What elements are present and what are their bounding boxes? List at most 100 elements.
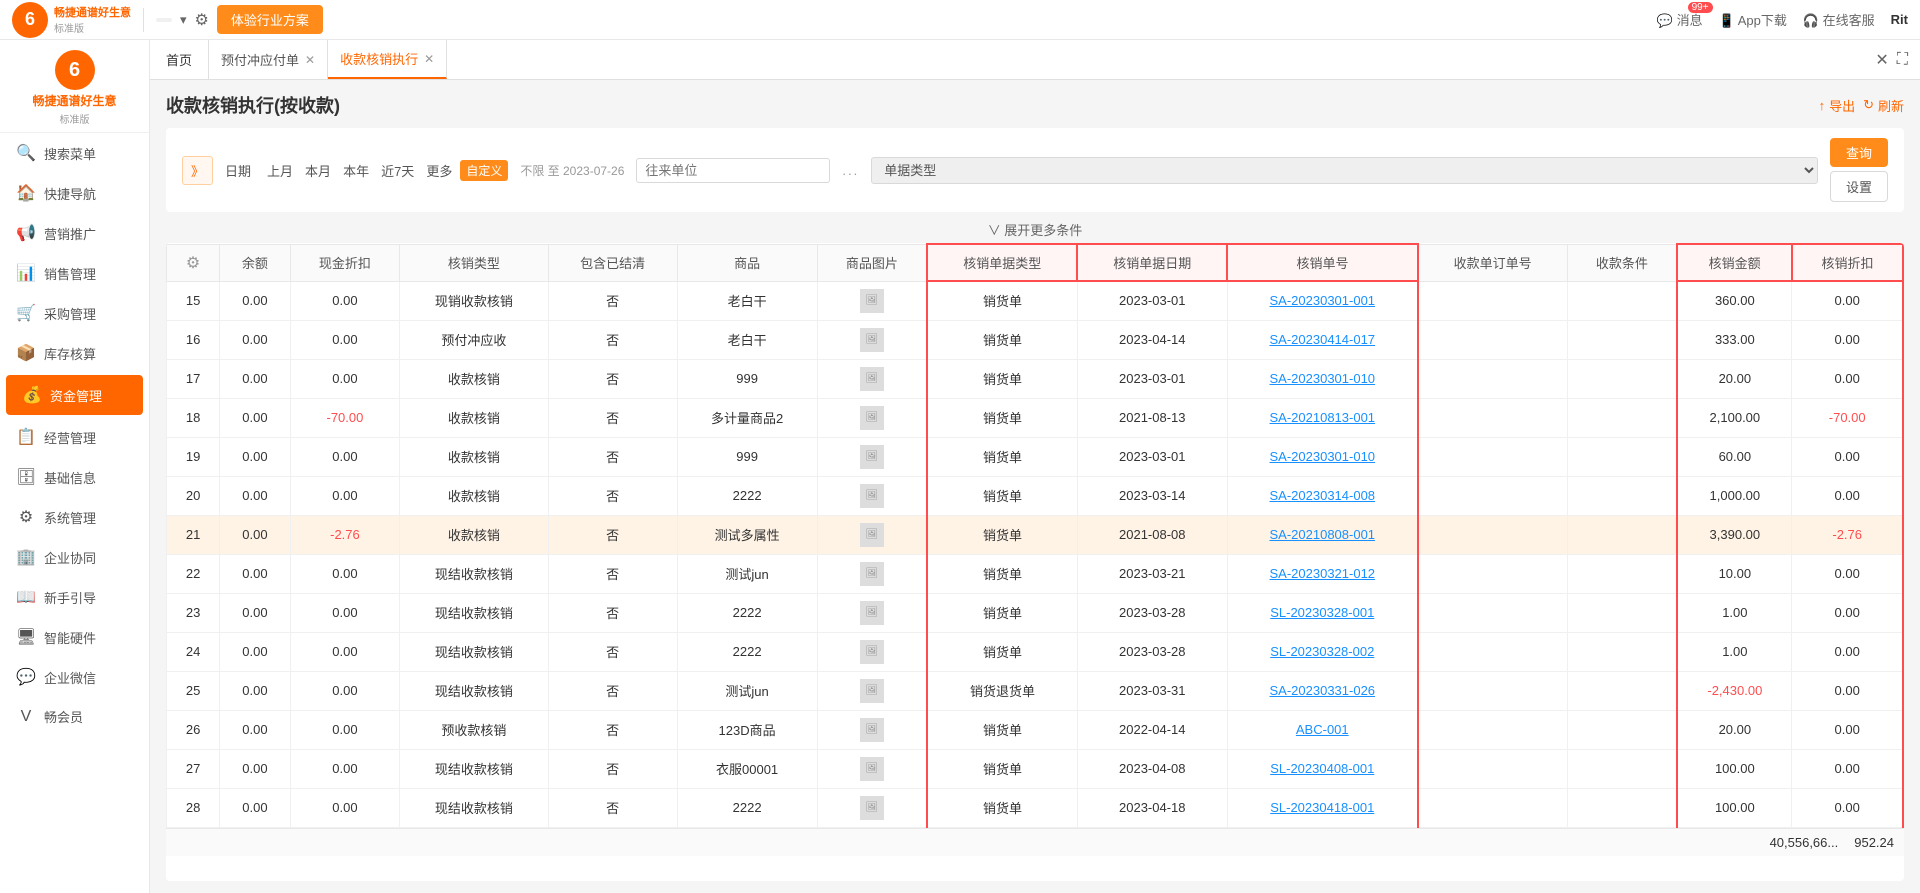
cell-cancel-doc-no[interactable]: SA-20230331-026 [1227, 671, 1418, 710]
cell-balance: 0.00 [220, 788, 291, 827]
filter-expand-btn[interactable]: 》 [182, 156, 213, 185]
page-title-row: 收款核销执行(按收款) ↑ 导出 ↻ 刷新 [166, 92, 1904, 118]
date-btn-more[interactable]: 更多 [422, 159, 456, 182]
sidebar-item-marketing[interactable]: 📢 营销推广 [0, 213, 149, 253]
table-row[interactable]: 20 0.00 0.00 收款核销 否 2222 🖼 销货单 2023-03-1… [167, 476, 1904, 515]
cell-cancel-doc-no[interactable]: SA-20230314-008 [1227, 476, 1418, 515]
tab-home[interactable]: 首页 [150, 40, 209, 79]
table-row[interactable]: 19 0.00 0.00 收款核销 否 999 🖼 销货单 2023-03-01… [167, 437, 1904, 476]
cell-cancel-doc-no[interactable]: SA-20230414-017 [1227, 320, 1418, 359]
sidebar-item-wechat[interactable]: 💬 企业微信 [0, 657, 149, 697]
partner-input[interactable] [636, 158, 830, 183]
date-custom-btn[interactable]: 自定义 [460, 160, 508, 181]
wechat-icon: 💬 [16, 667, 36, 687]
table-row[interactable]: 17 0.00 0.00 收款核销 否 999 🖼 销货单 2023-03-01… [167, 359, 1904, 398]
th-product-img: 商品图片 [817, 244, 927, 281]
tab-collect-close[interactable]: ✕ [424, 52, 434, 66]
sidebar-item-corp[interactable]: 🏢 企业协同 [0, 537, 149, 577]
table-row[interactable]: 15 0.00 0.00 现销收款核销 否 老白干 🖼 销货单 2023-03-… [167, 281, 1904, 320]
th-settings[interactable]: ⚙ [167, 244, 220, 281]
tab-prepay-close[interactable]: ✕ [305, 53, 315, 67]
sidebar-item-member[interactable]: V 畅会员 [0, 697, 149, 736]
cell-cancel-doc-no[interactable]: SA-20210813-001 [1227, 398, 1418, 437]
cell-balance: 0.00 [220, 710, 291, 749]
cell-cancel-doc-no[interactable]: SA-20230321-012 [1227, 554, 1418, 593]
divider [143, 8, 144, 32]
export-label: 导出 [1829, 96, 1855, 115]
table-row[interactable]: 21 0.00 -2.76 收款核销 否 测试多属性 🖼 销货单 2021-08… [167, 515, 1904, 554]
sidebar: 6 畅捷通谱好生意 标准版 🔍 搜索菜单 🏠 快捷导航 📢 营销推广 📊 销售管… [0, 40, 150, 893]
cell-include-cleared: 否 [548, 749, 677, 788]
table-row[interactable]: 22 0.00 0.00 现结收款核销 否 测试jun 🖼 销货单 2023-0… [167, 554, 1904, 593]
tab-collect[interactable]: 收款核销执行 ✕ [328, 40, 447, 79]
cell-cancel-type: 收款核销 [400, 359, 549, 398]
settings-col-icon[interactable]: ⚙ [186, 255, 200, 272]
setting-btn[interactable]: 设置 [1830, 171, 1888, 202]
industry-btn[interactable]: 体验行业方案 [217, 5, 323, 34]
expand-more-btn[interactable]: ∨ 展开更多条件 [988, 220, 1083, 239]
sidebar-item-search[interactable]: 🔍 搜索菜单 [0, 133, 149, 173]
cell-cancel-doc-no[interactable]: SA-20230301-010 [1227, 359, 1418, 398]
expand-more-row: ∨ 展开更多条件 [166, 220, 1904, 239]
date-btn-last-month[interactable]: 上月 [263, 159, 297, 182]
cell-cancel-amount: 333.00 [1677, 320, 1792, 359]
sidebar-item-guide[interactable]: 📖 新手引导 [0, 577, 149, 617]
settings-icon[interactable]: ⚙ [195, 10, 209, 30]
logo-sub: 标准版 [54, 20, 131, 35]
table-row[interactable]: 27 0.00 0.00 现结收款核销 否 衣服00001 🖼 销货单 2023… [167, 749, 1904, 788]
sidebar-item-hardware[interactable]: 🖥 智能硬件 [0, 617, 149, 657]
message-badge[interactable]: 💬 消息 99+ [1657, 10, 1703, 29]
cell-cancel-doc-no[interactable]: ABC-001 [1227, 710, 1418, 749]
app-download[interactable]: 📱 App下载 [1719, 10, 1787, 29]
cell-cancel-doc-date: 2023-03-01 [1077, 281, 1227, 320]
user-name[interactable]: Rit [1891, 12, 1908, 27]
cell-cancel-doc-no[interactable]: SA-20210808-001 [1227, 515, 1418, 554]
doc-type-select[interactable]: 单据类型 [871, 157, 1818, 184]
export-btn[interactable]: ↑ 导出 [1819, 96, 1856, 115]
sidebar-item-system[interactable]: ⚙ 系统管理 [0, 497, 149, 537]
finance-icon: 💰 [22, 385, 42, 405]
filter-dots[interactable]: ... [842, 163, 859, 178]
cell-cancel-doc-type: 销货单 [927, 749, 1077, 788]
refresh-btn[interactable]: ↻ 刷新 [1863, 96, 1904, 115]
date-btn-this-year[interactable]: 本年 [339, 159, 373, 182]
date-btn-7days[interactable]: 近7天 [377, 159, 418, 182]
cell-cancel-type: 现结收款核销 [400, 671, 549, 710]
table-container[interactable]: ⚙ 余额 现金折扣 核销类型 包含已结清 商品 商品图片 核销单据类型 核销单据… [166, 243, 1904, 881]
sidebar-item-finance[interactable]: 💰 资金管理 [6, 375, 143, 415]
table-row[interactable]: 25 0.00 0.00 现结收款核销 否 测试jun 🖼 销货退货单 2023… [167, 671, 1904, 710]
table-row[interactable]: 18 0.00 -70.00 收款核销 否 多计量商品2 🖼 销货单 2021-… [167, 398, 1904, 437]
cell-product-img: 🖼 [817, 437, 927, 476]
sidebar-item-base[interactable]: 🗄 基础信息 [0, 457, 149, 497]
cell-product: 衣服00001 [677, 749, 817, 788]
cell-receipt-order-no [1418, 710, 1567, 749]
table-row[interactable]: 23 0.00 0.00 现结收款核销 否 2222 🖼 销货单 2023-03… [167, 593, 1904, 632]
main-area: 首页 预付冲应付单 ✕ 收款核销执行 ✕ ✕ ⛶ 收款核销执行(按收款) [150, 40, 1920, 893]
query-btn[interactable]: 查询 [1830, 138, 1888, 167]
sidebar-item-business[interactable]: 📋 经营管理 [0, 417, 149, 457]
sidebar-item-nav[interactable]: 🏠 快捷导航 [0, 173, 149, 213]
cell-cancel-doc-no[interactable]: SL-20230328-002 [1227, 632, 1418, 671]
table-row[interactable]: 24 0.00 0.00 现结收款核销 否 2222 🖼 销货单 2023-03… [167, 632, 1904, 671]
online-service[interactable]: 🎧 在线客服 [1803, 10, 1875, 29]
cell-cancel-doc-type: 销货单 [927, 437, 1077, 476]
company-selector[interactable] [156, 18, 172, 22]
sidebar-item-inventory[interactable]: 📦 库存核算 [0, 333, 149, 373]
sidebar-item-purchase[interactable]: 🛒 采购管理 [0, 293, 149, 333]
table-row[interactable]: 26 0.00 0.00 预收款核销 否 123D商品 🖼 销货单 2022-0… [167, 710, 1904, 749]
tab-expand-btn[interactable]: ⛶ [1897, 51, 1908, 69]
cell-cancel-doc-no[interactable]: SL-20230408-001 [1227, 749, 1418, 788]
cell-cancel-doc-no[interactable]: SA-20230301-001 [1227, 281, 1418, 320]
cell-receipt-order-no [1418, 554, 1567, 593]
tab-close-btn[interactable]: ✕ [1875, 50, 1888, 70]
date-btn-this-month[interactable]: 本月 [301, 159, 335, 182]
table-row[interactable]: 28 0.00 0.00 现结收款核销 否 2222 🖼 销货单 2023-04… [167, 788, 1904, 827]
sidebar-item-sales[interactable]: 📊 销售管理 [0, 253, 149, 293]
cell-cancel-doc-no[interactable]: SA-20230301-010 [1227, 437, 1418, 476]
cell-cancel-doc-no[interactable]: SL-20230328-001 [1227, 593, 1418, 632]
table-row[interactable]: 16 0.00 0.00 预付冲应收 否 老白干 🖼 销货单 2023-04-1… [167, 320, 1904, 359]
cell-receipt-order-no [1418, 671, 1567, 710]
tab-prepay[interactable]: 预付冲应付单 ✕ [209, 40, 328, 79]
cell-cancel-doc-no[interactable]: SL-20230418-001 [1227, 788, 1418, 827]
company-dropdown-icon[interactable]: ▾ [180, 12, 187, 28]
